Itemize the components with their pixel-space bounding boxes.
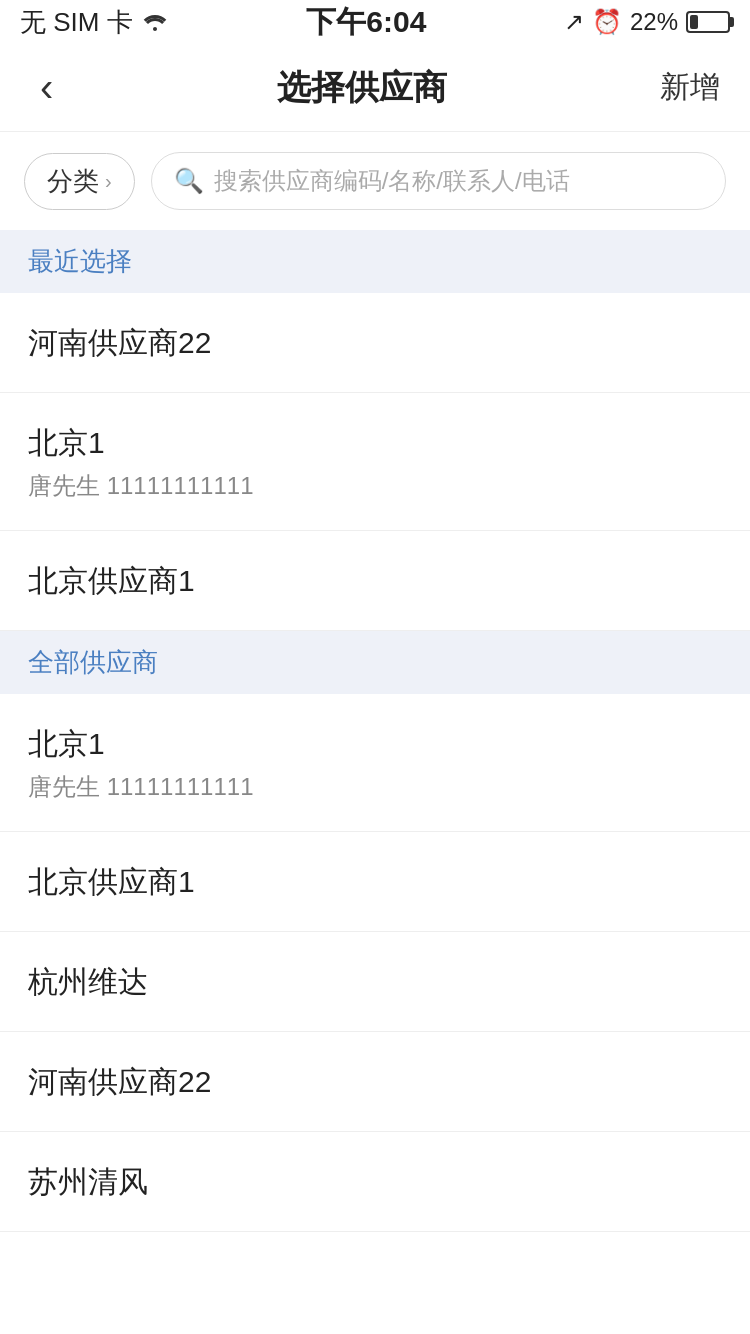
supplier-name: 河南供应商22 <box>28 323 722 364</box>
list-item[interactable]: 北京1 唐先生 11111111111 <box>0 694 750 832</box>
supplier-name: 北京1 <box>28 724 722 765</box>
supplier-name: 北京供应商1 <box>28 862 722 903</box>
search-box[interactable]: 🔍 搜索供应商编码/名称/联系人/电话 <box>151 152 726 210</box>
supplier-name: 苏州清风 <box>28 1162 722 1203</box>
search-icon: 🔍 <box>174 167 204 195</box>
battery-fill <box>690 15 698 29</box>
supplier-name: 北京1 <box>28 423 722 464</box>
supplier-name: 杭州维达 <box>28 962 722 1003</box>
no-sim-label: 无 SIM 卡 <box>20 5 133 40</box>
supplier-contact: 唐先生 11111111111 <box>28 470 722 502</box>
battery-bar <box>686 11 730 33</box>
sections-container: 最近选择河南供应商22 北京1 唐先生 11111111111 北京供应商1 全部供应商… <box>0 230 750 1232</box>
list-item[interactable]: 苏州清风 <box>0 1132 750 1232</box>
alarm-icon: ⏰ <box>592 8 622 36</box>
supplier-contact: 唐先生 11111111111 <box>28 771 722 803</box>
list-item[interactable]: 河南供应商22 <box>0 293 750 393</box>
section-header-1: 全部供应商 <box>0 631 750 694</box>
category-label: 分类 <box>47 164 99 199</box>
list-item[interactable]: 北京供应商1 <box>0 531 750 631</box>
list-item[interactable]: 北京供应商1 <box>0 832 750 932</box>
supplier-name: 河南供应商22 <box>28 1062 722 1103</box>
list-item[interactable]: 杭州维达 <box>0 932 750 1032</box>
chevron-right-icon: › <box>105 170 112 193</box>
section-header-0: 最近选择 <box>0 230 750 293</box>
status-time: 下午6:04 <box>306 2 426 43</box>
list-item[interactable]: 河南供应商22 <box>0 1032 750 1132</box>
category-button[interactable]: 分类 › <box>24 153 135 210</box>
battery-percent: 22% <box>630 8 678 36</box>
list-item[interactable]: 北京1 唐先生 11111111111 <box>0 393 750 531</box>
status-bar-right: ↗ ⏰ 22% <box>564 8 730 36</box>
nav-bar: ‹ 选择供应商 新增 <box>0 44 750 132</box>
page-title: 选择供应商 <box>277 65 447 111</box>
supplier-name: 北京供应商1 <box>28 561 722 602</box>
filter-row: 分类 › 🔍 搜索供应商编码/名称/联系人/电话 <box>0 132 750 230</box>
status-bar-left: 无 SIM 卡 <box>20 5 169 40</box>
add-action-button[interactable]: 新增 <box>660 67 720 108</box>
search-placeholder: 搜索供应商编码/名称/联系人/电话 <box>214 165 570 197</box>
status-bar: 无 SIM 卡 下午6:04 ↗ ⏰ 22% <box>0 0 750 44</box>
location-icon: ↗ <box>564 8 584 36</box>
back-button[interactable]: ‹ <box>30 55 63 120</box>
wifi-icon <box>141 7 169 38</box>
